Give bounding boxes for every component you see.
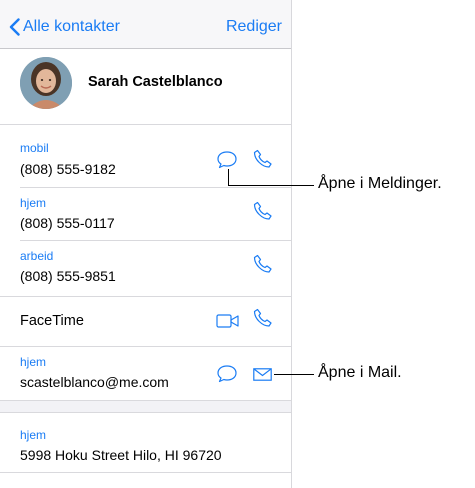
callout-leader <box>228 185 314 186</box>
facetime-label: FaceTime <box>20 313 84 329</box>
row-divider <box>20 240 291 241</box>
callout-leader <box>228 169 229 185</box>
navigation-bar: Alle kontakter Rediger <box>0 0 291 49</box>
phone-home-value[interactable]: (808) 555-0117 <box>20 215 115 231</box>
row-divider <box>20 187 291 188</box>
callout-mail: Åpne i Mail. <box>318 364 402 381</box>
phone-work-value[interactable]: (808) 555-9851 <box>20 268 116 284</box>
email-label: hjem <box>20 355 47 369</box>
section-gap <box>0 401 291 412</box>
phone-icon[interactable] <box>253 308 273 333</box>
avatar <box>20 57 72 109</box>
contact-card-screen: Alle kontakter Rediger Sarah Castelblanc… <box>0 0 292 488</box>
phone-mobile-value[interactable]: (808) 555-9182 <box>20 161 116 177</box>
phone-icon[interactable] <box>253 149 273 174</box>
video-camera-icon[interactable] <box>216 313 240 334</box>
phone-mobile-label: mobil <box>20 141 49 155</box>
phone-home-label: hjem <box>20 196 47 210</box>
edit-button[interactable]: Rediger <box>226 18 282 36</box>
callout-messages: Åpne i Meldinger. <box>318 175 442 192</box>
section-divider <box>0 412 291 413</box>
section-divider <box>0 472 291 473</box>
envelope-icon[interactable] <box>253 368 272 386</box>
phone-work-label: arbeid <box>20 249 54 263</box>
message-icon[interactable] <box>216 150 238 175</box>
message-icon[interactable] <box>216 364 238 389</box>
back-button-label: Alle kontakter <box>23 18 120 35</box>
address-value[interactable]: 5998 Hoku Street Hilo, HI 96720 <box>20 447 222 463</box>
section-divider <box>0 296 291 297</box>
back-button[interactable]: Alle kontakter <box>9 17 120 37</box>
phone-icon[interactable] <box>253 201 273 226</box>
phone-icon[interactable] <box>253 254 273 279</box>
callout-leader <box>274 374 314 375</box>
chevron-left-icon <box>9 18 20 36</box>
email-value[interactable]: scastelblanco@me.com <box>20 374 169 390</box>
contact-name: Sarah Castelblanco <box>88 74 223 90</box>
address-label: hjem <box>20 428 47 442</box>
section-divider <box>0 346 291 347</box>
header-divider <box>0 124 291 125</box>
